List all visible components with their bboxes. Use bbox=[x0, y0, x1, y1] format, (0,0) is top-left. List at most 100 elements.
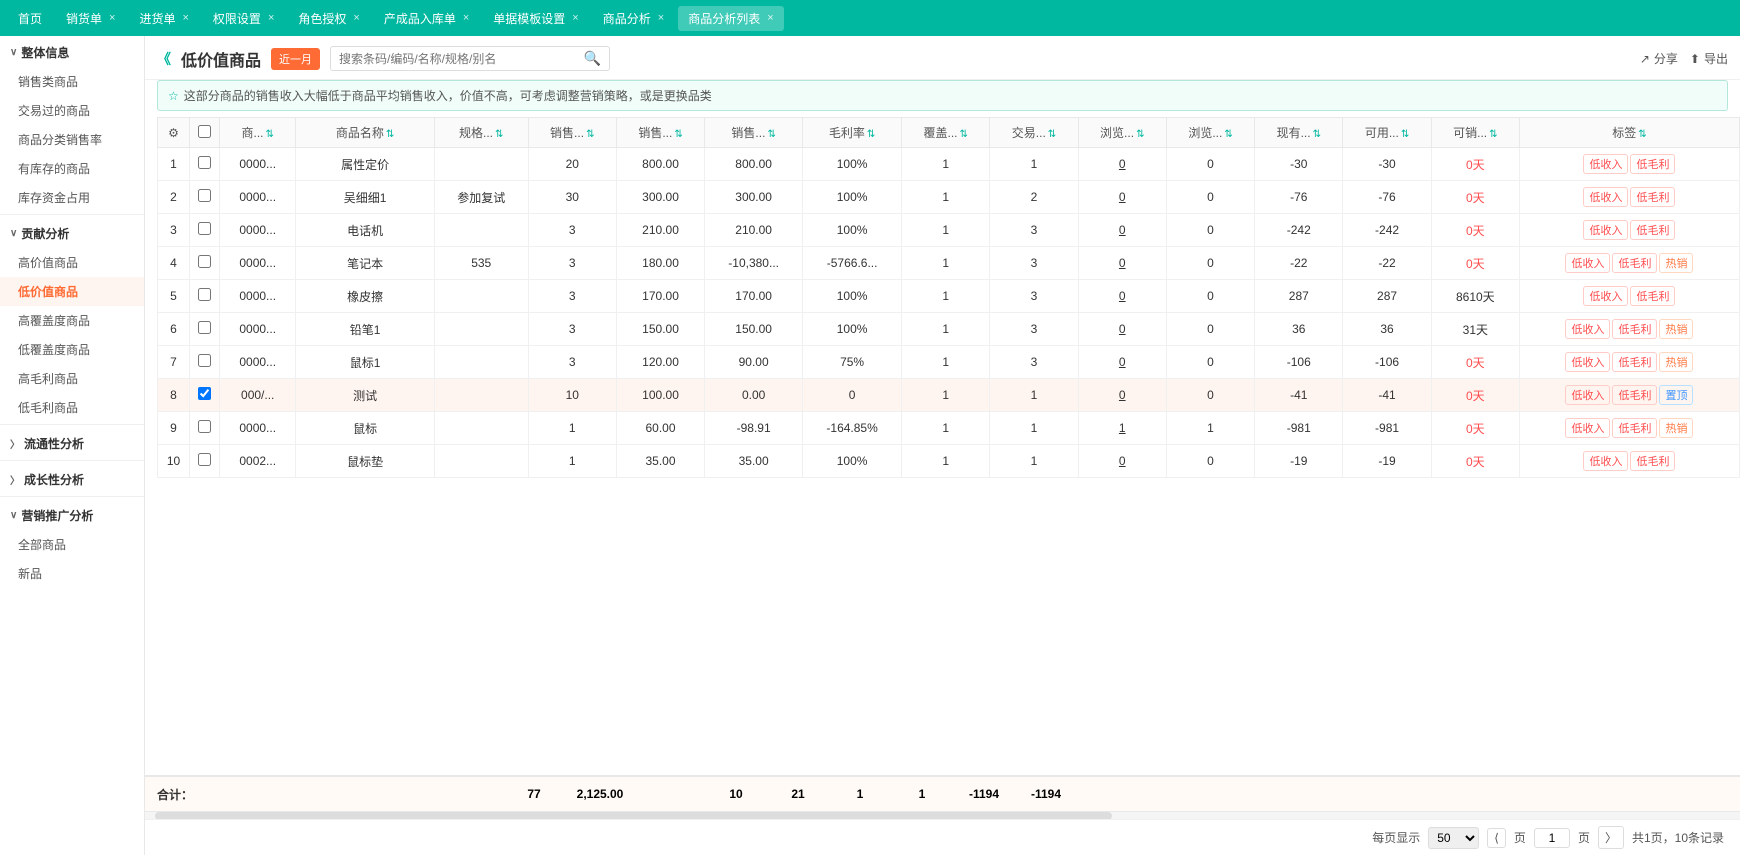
col-view2[interactable]: 浏览...⇅ bbox=[1166, 118, 1254, 148]
cell-view1[interactable]: 0 bbox=[1078, 313, 1166, 346]
sidebar-item-category-sales[interactable]: 商品分类销售率 bbox=[0, 125, 144, 154]
sidebar-item-in-stock[interactable]: 有库存的商品 bbox=[0, 154, 144, 183]
nav-product-analysis-list[interactable]: 商品分析列表 × bbox=[678, 6, 783, 31]
nav-role[interactable]: 角色授权 × bbox=[288, 6, 369, 31]
col-sales-amt[interactable]: 销售...⇅ bbox=[616, 118, 704, 148]
cell-view1[interactable]: 0 bbox=[1078, 148, 1166, 181]
col-sales-gross[interactable]: 销售...⇅ bbox=[705, 118, 803, 148]
cell-checkbox[interactable] bbox=[190, 148, 220, 181]
close-icon[interactable]: × bbox=[109, 12, 115, 24]
cell-checkbox[interactable] bbox=[190, 379, 220, 412]
first-page-button[interactable]: ⟨ bbox=[1487, 828, 1506, 848]
export-button[interactable]: ⬆ 导出 bbox=[1690, 50, 1728, 67]
view1-link[interactable]: 0 bbox=[1119, 190, 1126, 204]
cell-view1[interactable]: 0 bbox=[1078, 214, 1166, 247]
cell-checkbox[interactable] bbox=[190, 214, 220, 247]
sidebar-item-high-margin[interactable]: 高毛利商品 bbox=[0, 364, 144, 393]
col-settings[interactable]: ⚙ bbox=[158, 118, 190, 148]
view1-link[interactable]: 0 bbox=[1119, 157, 1126, 171]
cell-view1[interactable]: 0 bbox=[1078, 346, 1166, 379]
select-all-checkbox[interactable] bbox=[198, 125, 211, 138]
sidebar-item-low-value[interactable]: 低价值商品 bbox=[0, 277, 144, 306]
next-page-button[interactable]: 〉 bbox=[1598, 826, 1624, 849]
col-saleable[interactable]: 可销...⇅ bbox=[1431, 118, 1519, 148]
sidebar-item-inventory-fund[interactable]: 库存资金占用 bbox=[0, 183, 144, 212]
col-available[interactable]: 可用...⇅ bbox=[1343, 118, 1431, 148]
close-icon[interactable]: × bbox=[268, 12, 274, 24]
nav-product-analysis[interactable]: 商品分析 × bbox=[593, 6, 674, 31]
close-icon[interactable]: × bbox=[463, 12, 469, 24]
row-checkbox[interactable] bbox=[198, 189, 211, 202]
sidebar-item-sales-products[interactable]: 销售类商品 bbox=[0, 67, 144, 96]
cell-checkbox[interactable] bbox=[190, 280, 220, 313]
row-checkbox[interactable] bbox=[198, 354, 211, 367]
nav-template[interactable]: 单据模板设置 × bbox=[483, 6, 588, 31]
nav-sales[interactable]: 销货单 × bbox=[56, 6, 125, 31]
col-view1[interactable]: 浏览...⇅ bbox=[1078, 118, 1166, 148]
row-checkbox[interactable] bbox=[198, 156, 211, 169]
cell-checkbox[interactable] bbox=[190, 313, 220, 346]
view1-link[interactable]: 0 bbox=[1119, 256, 1126, 270]
page-size-select[interactable]: 50 100 bbox=[1428, 827, 1479, 849]
sidebar-item-low-coverage[interactable]: 低覆盖度商品 bbox=[0, 335, 144, 364]
row-checkbox[interactable] bbox=[198, 453, 211, 466]
col-coverage[interactable]: 覆盖...⇅ bbox=[902, 118, 990, 148]
sidebar-item-low-margin[interactable]: 低毛利商品 bbox=[0, 393, 144, 422]
cell-checkbox[interactable] bbox=[190, 181, 220, 214]
sidebar-item-high-coverage[interactable]: 高覆盖度商品 bbox=[0, 306, 144, 335]
cell-view1[interactable]: 1 bbox=[1078, 412, 1166, 445]
row-checkbox[interactable] bbox=[198, 321, 211, 334]
search-input[interactable] bbox=[339, 52, 579, 66]
sidebar-section-liquidity[interactable]: 〉 流通性分析 bbox=[0, 427, 144, 458]
col-trade[interactable]: 交易...⇅ bbox=[990, 118, 1078, 148]
cell-view1[interactable]: 0 bbox=[1078, 445, 1166, 478]
row-checkbox[interactable] bbox=[198, 387, 211, 400]
sidebar-item-high-value[interactable]: 高价值商品 bbox=[0, 248, 144, 277]
close-icon[interactable]: × bbox=[658, 12, 664, 24]
view1-link[interactable]: 0 bbox=[1119, 289, 1126, 303]
close-icon[interactable]: × bbox=[572, 12, 578, 24]
sidebar-item-all-products[interactable]: 全部商品 bbox=[0, 530, 144, 559]
view1-link[interactable]: 1 bbox=[1119, 421, 1126, 435]
view1-link[interactable]: 0 bbox=[1119, 454, 1126, 468]
close-icon[interactable]: × bbox=[767, 12, 773, 24]
col-spec[interactable]: 规格...⇅ bbox=[434, 118, 528, 148]
col-tags[interactable]: 标签⇅ bbox=[1519, 118, 1739, 148]
sidebar-section-contribution[interactable]: ∨ 贡献分析 bbox=[0, 217, 144, 248]
cell-view1[interactable]: 0 bbox=[1078, 280, 1166, 313]
view1-link[interactable]: 0 bbox=[1119, 388, 1126, 402]
sidebar-item-traded-products[interactable]: 交易过的商品 bbox=[0, 96, 144, 125]
view1-link[interactable]: 0 bbox=[1119, 355, 1126, 369]
cell-view1[interactable]: 0 bbox=[1078, 181, 1166, 214]
col-code[interactable]: 商...⇅ bbox=[220, 118, 296, 148]
nav-product-storage[interactable]: 产成品入库单 × bbox=[374, 6, 479, 31]
nav-permission[interactable]: 权限设置 × bbox=[203, 6, 284, 31]
cell-checkbox[interactable] bbox=[190, 247, 220, 280]
cell-checkbox[interactable] bbox=[190, 445, 220, 478]
nav-purchase[interactable]: 进货单 × bbox=[129, 6, 198, 31]
col-current[interactable]: 现有...⇅ bbox=[1255, 118, 1343, 148]
cell-view1[interactable]: 0 bbox=[1078, 247, 1166, 280]
view1-link[interactable]: 0 bbox=[1119, 322, 1126, 336]
view1-link[interactable]: 0 bbox=[1119, 223, 1126, 237]
row-checkbox[interactable] bbox=[198, 288, 211, 301]
cell-checkbox[interactable] bbox=[190, 346, 220, 379]
sidebar-section-marketing[interactable]: ∨ 营销推广分析 bbox=[0, 499, 144, 530]
row-checkbox[interactable] bbox=[198, 420, 211, 433]
sidebar-section-growth[interactable]: 〉 成长性分析 bbox=[0, 463, 144, 494]
row-checkbox[interactable] bbox=[198, 222, 211, 235]
close-icon[interactable]: × bbox=[182, 12, 188, 24]
page-number-input[interactable] bbox=[1534, 828, 1570, 848]
row-checkbox[interactable] bbox=[198, 255, 211, 268]
sidebar-section-overall[interactable]: ∨ 整体信息 bbox=[0, 36, 144, 67]
col-margin[interactable]: 毛利率⇅ bbox=[803, 118, 902, 148]
sidebar-item-new-products[interactable]: 新品 bbox=[0, 559, 144, 588]
cell-checkbox[interactable] bbox=[190, 412, 220, 445]
nav-home[interactable]: 首页 bbox=[8, 6, 52, 31]
collapse-button[interactable]: 《 bbox=[157, 49, 171, 69]
share-button[interactable]: ↗ 分享 bbox=[1640, 50, 1678, 67]
cell-view1[interactable]: 0 bbox=[1078, 379, 1166, 412]
col-sales-qty[interactable]: 销售...⇅ bbox=[528, 118, 616, 148]
col-name[interactable]: 商品名称⇅ bbox=[296, 118, 434, 148]
filter-button[interactable]: 近一月 bbox=[271, 48, 320, 70]
